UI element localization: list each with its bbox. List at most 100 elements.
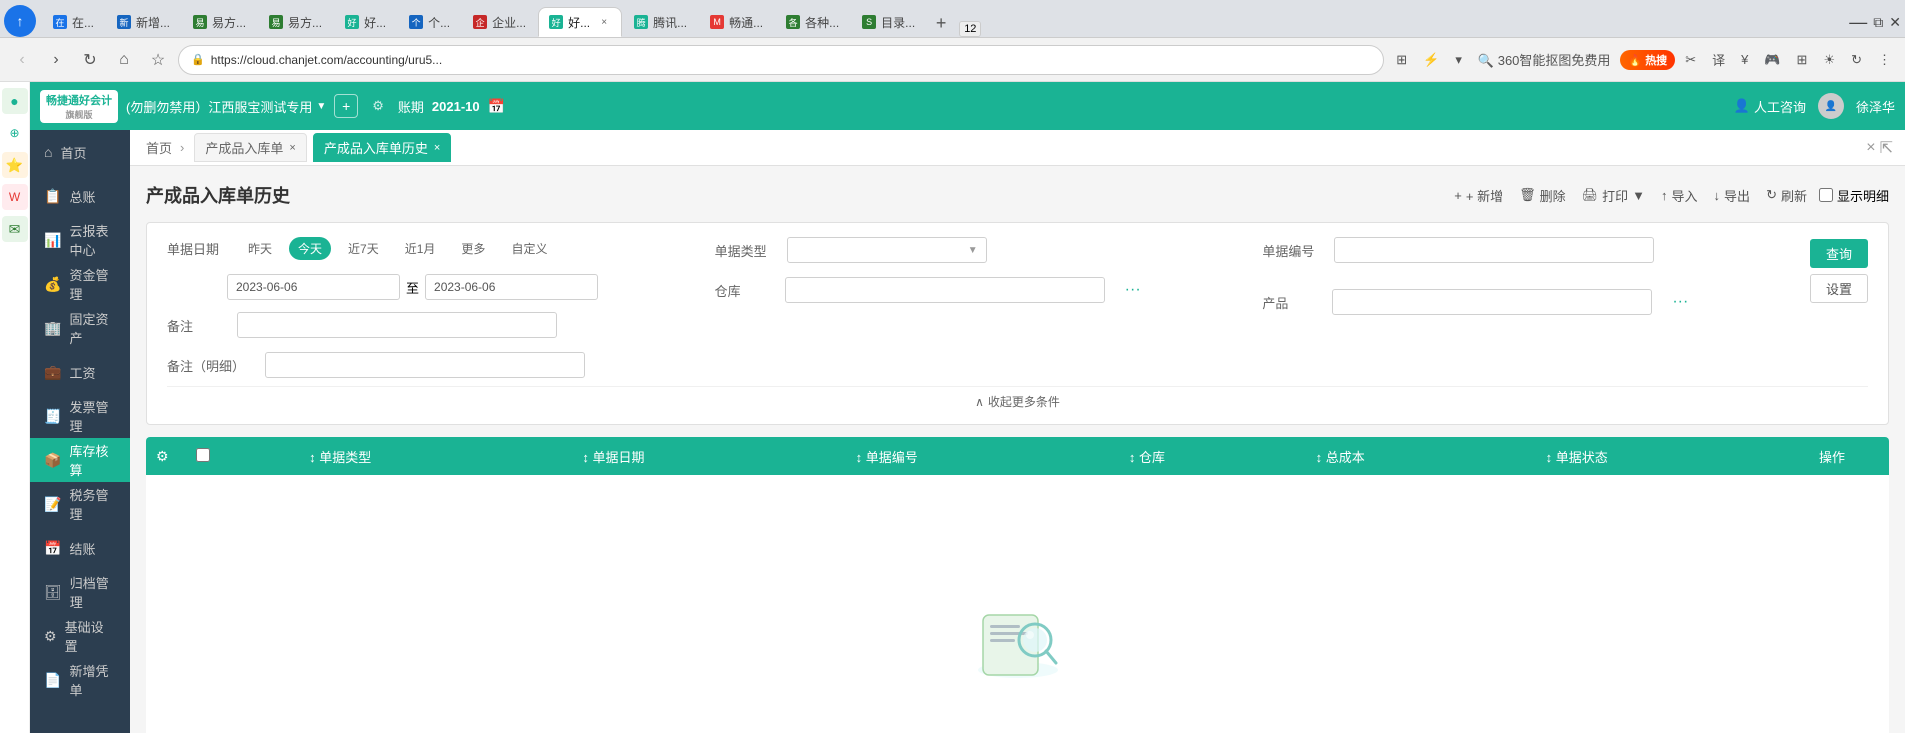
nav-item-home[interactable]: ⌂ 首页 (30, 130, 130, 174)
tab-12[interactable]: S 目录... (851, 7, 926, 37)
breadcrumb-home[interactable]: 首页 (142, 138, 176, 157)
breadcrumb-tab-2[interactable]: 产成品入库单历史 × (313, 133, 451, 162)
tab-5[interactable]: 好 好... (334, 7, 397, 37)
sidebar-app-accounting[interactable]: ● (2, 88, 28, 114)
back-button[interactable]: ‹ (8, 46, 36, 74)
tab-9[interactable]: 腾 腾讯... (623, 7, 698, 37)
collapse-button[interactable]: ∧ 收起更多条件 (167, 386, 1868, 410)
tab-8-close[interactable]: × (597, 15, 611, 29)
delete-button[interactable]: 🗑 删除 (1515, 186, 1570, 205)
date-filter-7days[interactable]: 近7天 (339, 237, 388, 260)
restore-button[interactable]: ⧉ (1873, 14, 1883, 31)
address-input[interactable]: 🔒 https://cloud.chanjet.com/accounting/u… (178, 45, 1384, 75)
warehouse-dots-button[interactable]: ··· (1125, 281, 1141, 299)
warehouse-input[interactable] (785, 277, 1105, 303)
table-col-settings[interactable]: ⚙ (146, 437, 186, 475)
tab2-close-icon[interactable]: × (434, 142, 440, 154)
sidebar-app-3[interactable]: ⭐ (2, 152, 28, 178)
nav-item-archive[interactable]: 🗄 归档管理 (30, 570, 130, 614)
sidebar-app-4[interactable]: W (2, 184, 28, 210)
tab-6[interactable]: 个 个... (398, 7, 461, 37)
refresh-toolbar-button[interactable]: ↻ 刷新 (1762, 186, 1811, 205)
nav-item-invoice[interactable]: 🧾 发票管理 (30, 394, 130, 438)
hot-search-badge[interactable]: 🔥 热搜 (1620, 50, 1675, 70)
nav-item-fixed[interactable]: 🏢 固定资产 (30, 306, 130, 350)
user-avatar[interactable]: 👤 (1818, 93, 1844, 119)
date-filter-yesterday[interactable]: 昨天 (239, 237, 281, 260)
breadcrumb-tab-1[interactable]: 产成品入库单 × (194, 133, 306, 162)
table-col-doctype[interactable]: ↕ 单据类型 (299, 437, 572, 475)
nav-item-ledger[interactable]: 📋 总账 (30, 174, 130, 218)
tab-7[interactable]: 企 企业... (462, 7, 537, 37)
add-company-button[interactable]: + (334, 94, 358, 118)
tab-10[interactable]: M 畅通... (699, 7, 774, 37)
customer-service-button[interactable]: 👤 人工咨询 (1734, 97, 1806, 116)
minimize-button[interactable]: — (1849, 12, 1867, 33)
translate-icon[interactable]: 译 (1706, 46, 1731, 74)
remark-detail-input[interactable] (265, 352, 585, 378)
game-icon[interactable]: 🎮 (1758, 46, 1786, 74)
settings-button[interactable]: 设置 (1810, 274, 1868, 303)
display-detail-checkbox[interactable] (1819, 188, 1833, 202)
panel-close-button[interactable]: × (1866, 139, 1875, 157)
forward-button[interactable]: › (42, 46, 70, 74)
import-button[interactable]: ↑ 导入 (1657, 186, 1702, 205)
yuan-icon[interactable]: ¥ (1735, 46, 1754, 74)
refresh-button[interactable]: ↻ (76, 46, 104, 74)
nav-item-newbill[interactable]: 📄 新增凭单 (30, 658, 130, 702)
browser-logo[interactable]: ↑ (4, 5, 36, 37)
tab-8-active[interactable]: 好 好... × (538, 7, 622, 37)
scissors-icon[interactable]: ✂ (1679, 46, 1702, 74)
grid-icon[interactable]: ⊞ (1791, 46, 1814, 74)
date-filter-custom[interactable]: 自定义 (502, 237, 556, 260)
company-selector[interactable]: (勿删勿禁用）江西服宝测试专用 ▼ (126, 97, 326, 116)
tab-11[interactable]: 各 各种... (775, 7, 850, 37)
product-input[interactable] (1332, 289, 1652, 315)
table-col-totalcost[interactable]: ↕ 总成本 (1306, 437, 1536, 475)
tab-3[interactable]: 易 易方... (182, 7, 257, 37)
print-button[interactable]: 🖨 打印 ▼ (1578, 186, 1649, 205)
dropdown-button[interactable]: ▾ (1449, 46, 1468, 74)
settings-gear-button[interactable]: ⚙ (366, 92, 390, 120)
table-col-warehouse[interactable]: ↕ 仓库 (1119, 437, 1306, 475)
sidebar-app-5[interactable]: ✉ (2, 216, 28, 242)
nav-item-inventory[interactable]: 📦 库存核算 (30, 438, 130, 482)
theme-icon[interactable]: ☀ (1817, 46, 1841, 74)
date-filter-more[interactable]: 更多 (452, 237, 494, 260)
bookmark-button[interactable]: ☆ (144, 46, 172, 74)
date-from-input[interactable] (227, 274, 400, 300)
nav-item-basic[interactable]: ⚙ 基础设置 (30, 614, 130, 658)
add-button[interactable]: + + 新增 (1450, 186, 1507, 205)
close-window-button[interactable]: ✕ (1889, 14, 1901, 31)
nav-item-closeout[interactable]: 📅 结账 (30, 526, 130, 570)
product-dots-button[interactable]: ··· (1672, 293, 1688, 311)
doctype-dropdown[interactable]: ▼ (787, 237, 987, 263)
tab-4[interactable]: 易 易方... (258, 7, 333, 37)
nav-item-salary[interactable]: 💼 工资 (30, 350, 130, 394)
home-button[interactable]: ⌂ (110, 46, 138, 74)
tab-add-button[interactable]: + (927, 9, 955, 37)
date-to-input[interactable] (425, 274, 598, 300)
sync-icon[interactable]: ↻ (1845, 46, 1868, 74)
calendar-icon[interactable]: 📅 (488, 98, 505, 115)
tab-1[interactable]: 在 在... (42, 7, 105, 37)
docnumber-input[interactable] (1334, 237, 1654, 263)
remark-input[interactable] (237, 312, 557, 338)
date-filter-today[interactable]: 今天 (289, 237, 331, 260)
nav-item-tax[interactable]: 📝 税务管理 (30, 482, 130, 526)
table-col-docdate[interactable]: ↕ 单据日期 (572, 437, 845, 475)
export-button[interactable]: ↓ 导出 (1710, 186, 1755, 205)
panel-expand-button[interactable]: ⇱ (1880, 138, 1893, 158)
more-icon[interactable]: ⋮ (1872, 46, 1897, 74)
query-button[interactable]: 查询 (1810, 239, 1868, 268)
table-col-docnumber[interactable]: ↕ 单据编号 (846, 437, 1119, 475)
date-filter-1month[interactable]: 近1月 (396, 237, 445, 260)
nav-item-reports[interactable]: 📊 云报表中心 (30, 218, 130, 262)
nav-item-funds[interactable]: 💰 资金管理 (30, 262, 130, 306)
tab-2[interactable]: 新 新增... (106, 7, 181, 37)
select-all-checkbox[interactable] (196, 448, 210, 462)
extensions-button[interactable]: ⊞ (1390, 46, 1413, 74)
sidebar-app-2[interactable]: ⊕ (2, 120, 28, 146)
lightning-button[interactable]: ⚡ (1417, 46, 1445, 74)
search-icon[interactable]: 🔍 360智能抠图免费用 (1472, 46, 1617, 74)
